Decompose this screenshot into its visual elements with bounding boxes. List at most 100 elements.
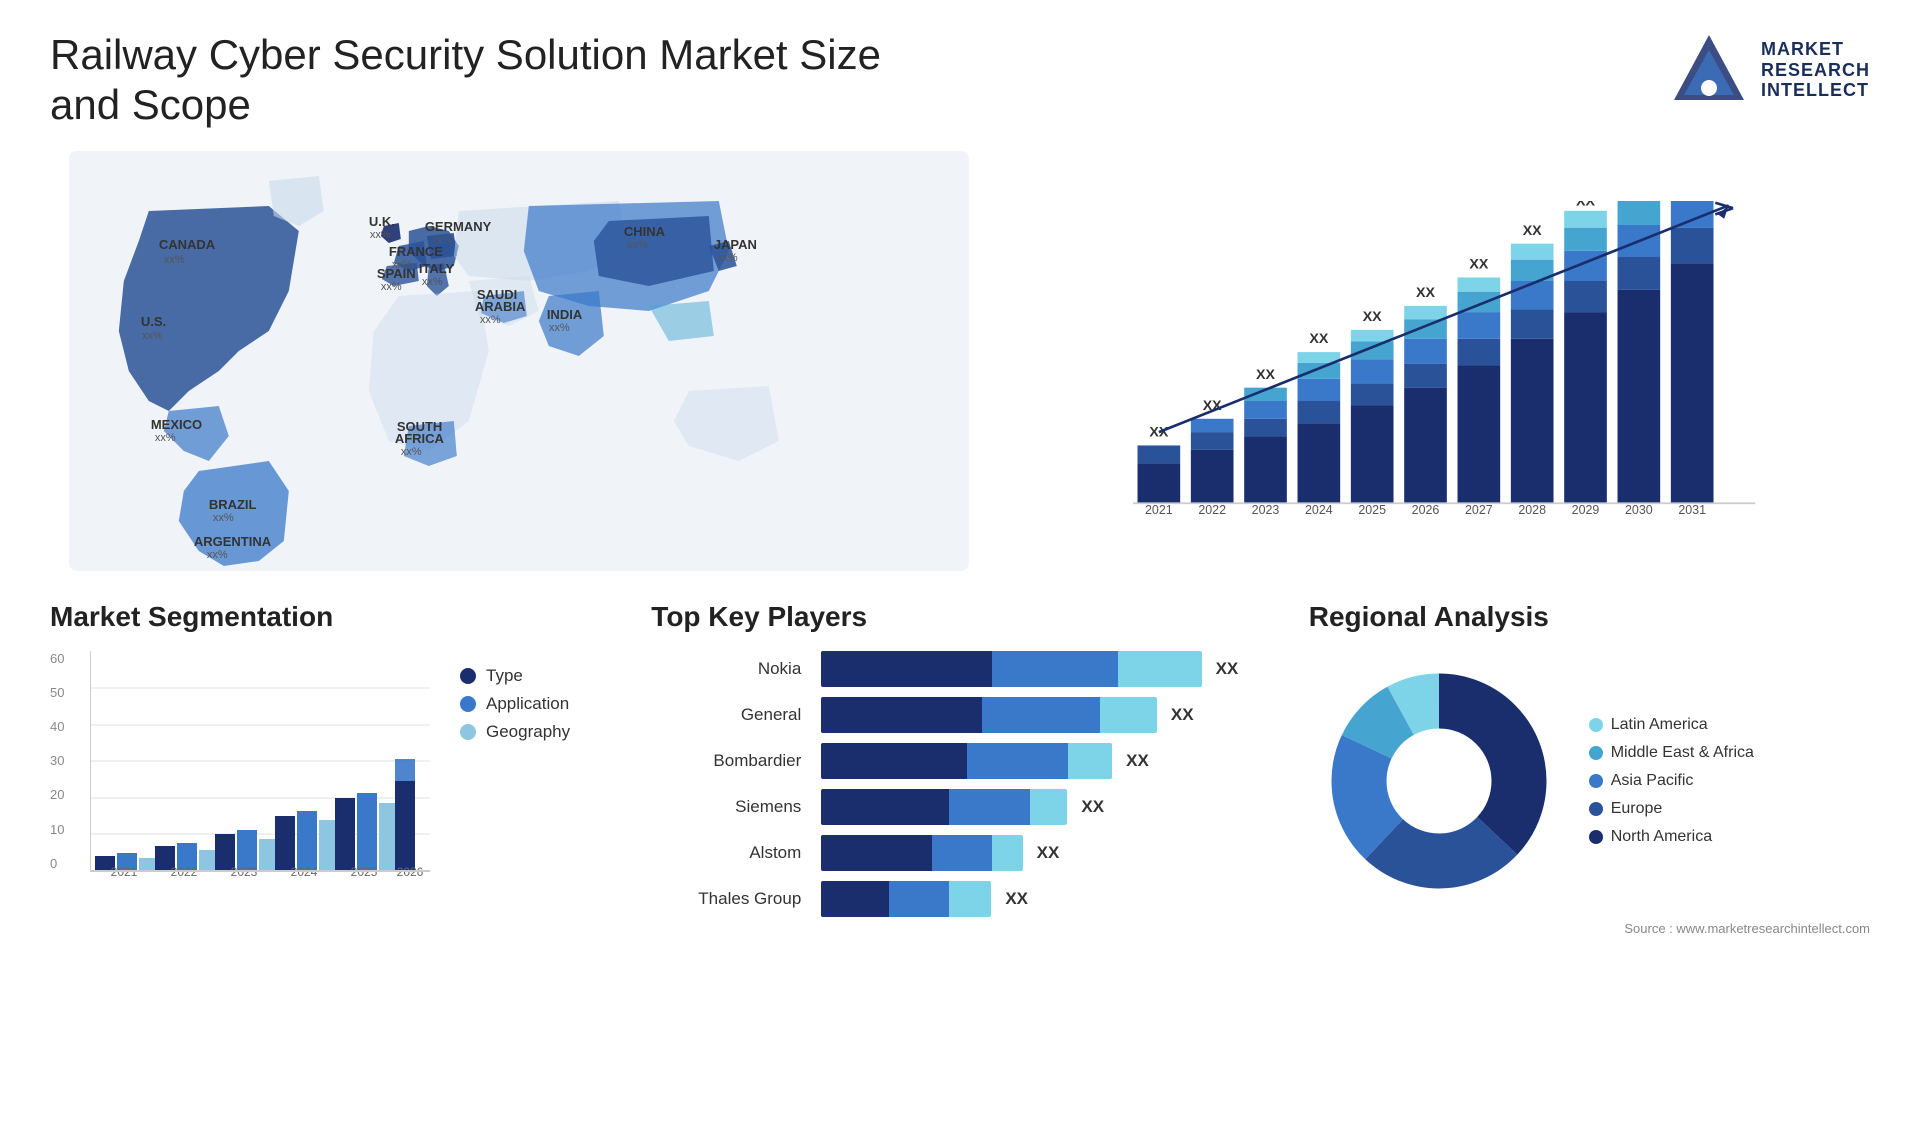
donut-container: Latin America Middle East & Africa Asia … — [1309, 651, 1870, 911]
donut-chart-svg — [1309, 651, 1569, 911]
svg-text:xx%: xx% — [401, 446, 422, 458]
svg-text:XX: XX — [1522, 223, 1541, 239]
svg-text:2022: 2022 — [1198, 503, 1226, 517]
svg-text:INDIA: INDIA — [547, 307, 583, 322]
segmentation-title: Market Segmentation — [50, 601, 611, 633]
regional-section: Regional Analysis — [1309, 601, 1870, 936]
asia-pacific-dot — [1589, 774, 1603, 788]
middle-east-dot — [1589, 746, 1603, 760]
svg-text:xx%: xx% — [431, 234, 452, 246]
svg-text:xx%: xx% — [155, 432, 176, 444]
player-nokia-bar: XX — [821, 651, 1268, 687]
player-nokia-name: Nokia — [651, 659, 811, 679]
logo-icon — [1669, 30, 1749, 110]
page: Railway Cyber Security Solution Market S… — [0, 0, 1920, 1146]
main-bar-chart-svg: XX 2021 XX 2022 XX 2023 — [1038, 201, 1850, 521]
geo-dot — [460, 724, 476, 740]
svg-text:MEXICO: MEXICO — [151, 417, 202, 432]
seg-legend: Type Application Geography — [460, 666, 570, 742]
svg-text:ITALY: ITALY — [419, 261, 455, 276]
svg-text:GERMANY: GERMANY — [425, 219, 492, 234]
bottom-row: Market Segmentation 60 50 40 30 20 10 0 — [50, 601, 1870, 936]
svg-text:xx%: xx% — [422, 276, 443, 288]
seg-chart-wrapper: 60 50 40 30 20 10 0 — [50, 651, 430, 886]
svg-text:2021: 2021 — [1145, 503, 1173, 517]
player-bombardier-name: Bombardier — [651, 751, 811, 771]
type-dot — [460, 668, 476, 684]
player-thales-bar: XX — [821, 881, 1268, 917]
page-title: Railway Cyber Security Solution Market S… — [50, 30, 950, 131]
main-bar-chart-section: XX 2021 XX 2022 XX 2023 — [1018, 151, 1870, 571]
players-list: Nokia XX General — [651, 651, 1268, 917]
regional-legend: Latin America Middle East & Africa Asia … — [1589, 716, 1754, 846]
svg-text:xx%: xx% — [213, 512, 234, 524]
svg-text:SPAIN: SPAIN — [377, 266, 416, 281]
legend-application: Application — [460, 694, 570, 714]
svg-text:AFRICA: AFRICA — [395, 431, 445, 446]
svg-text:ARGENTINA: ARGENTINA — [194, 534, 272, 549]
app-dot — [460, 696, 476, 712]
svg-text:XX: XX — [1469, 256, 1488, 272]
north-america-dot — [1589, 830, 1603, 844]
svg-text:xx%: xx% — [480, 314, 501, 326]
reg-asia-pacific: Asia Pacific — [1589, 772, 1754, 790]
key-players-section: Top Key Players Nokia XX — [651, 601, 1268, 936]
player-thales-name: Thales Group — [651, 889, 811, 909]
seg-chart-svg: 2021 2022 2023 — [90, 651, 430, 881]
svg-text:xx%: xx% — [142, 330, 163, 342]
player-alstom-bar: XX — [821, 835, 1268, 871]
key-players-title: Top Key Players — [651, 601, 1268, 633]
svg-text:FRANCE: FRANCE — [389, 244, 443, 259]
svg-text:2024: 2024 — [1305, 503, 1333, 517]
logo-text: MARKET RESEARCH INTELLECT — [1761, 39, 1870, 101]
svg-text:BRAZIL: BRAZIL — [209, 497, 257, 512]
svg-text:XX: XX — [1362, 309, 1381, 325]
svg-text:JAPAN: JAPAN — [714, 237, 757, 252]
player-siemens: Siemens XX — [651, 789, 1268, 825]
player-thales: Thales Group XX — [651, 881, 1268, 917]
svg-text:2028: 2028 — [1518, 503, 1546, 517]
svg-text:xx%: xx% — [381, 281, 402, 293]
svg-text:2031: 2031 — [1678, 503, 1706, 517]
world-map: CANADA xx% U.S. xx% MEXICO xx% BRAZIL xx… — [50, 151, 988, 571]
regional-title: Regional Analysis — [1309, 601, 1870, 633]
header-row: Railway Cyber Security Solution Market S… — [50, 30, 1870, 131]
svg-text:xx%: xx% — [207, 549, 228, 561]
svg-text:xx%: xx% — [549, 322, 570, 334]
main-content: CANADA xx% U.S. xx% MEXICO xx% BRAZIL xx… — [50, 151, 1870, 571]
player-alstom: Alstom XX — [651, 835, 1268, 871]
reg-north-america: North America — [1589, 828, 1754, 846]
svg-text:U.K.: U.K. — [369, 214, 395, 229]
latin-america-dot — [1589, 718, 1603, 732]
svg-text:2030: 2030 — [1625, 503, 1653, 517]
reg-latin-america: Latin America — [1589, 716, 1754, 734]
svg-text:XX: XX — [1309, 331, 1328, 347]
svg-text:2025: 2025 — [1358, 503, 1386, 517]
player-nokia: Nokia XX — [651, 651, 1268, 687]
svg-text:xx%: xx% — [370, 229, 391, 241]
svg-text:ARABIA: ARABIA — [475, 299, 526, 314]
svg-text:xx%: xx% — [627, 239, 648, 251]
player-alstom-name: Alstom — [651, 843, 811, 863]
reg-europe: Europe — [1589, 800, 1754, 818]
legend-type: Type — [460, 666, 570, 686]
svg-text:U.S.: U.S. — [141, 314, 166, 329]
svg-text:CHINA: CHINA — [624, 224, 666, 239]
player-bombardier: Bombardier XX — [651, 743, 1268, 779]
map-section: CANADA xx% U.S. xx% MEXICO xx% BRAZIL xx… — [50, 151, 988, 571]
source-text: Source : www.marketresearchintellect.com — [1309, 921, 1870, 936]
player-siemens-name: Siemens — [651, 797, 811, 817]
player-general-name: General — [651, 705, 811, 725]
legend-geography: Geography — [460, 722, 570, 742]
svg-text:CANADA: CANADA — [159, 237, 216, 252]
player-general-bar: XX — [821, 697, 1268, 733]
player-general: General XX — [651, 697, 1268, 733]
player-bombardier-bar: XX — [821, 743, 1268, 779]
svg-text:2026: 2026 — [1411, 503, 1439, 517]
svg-text:XX: XX — [1576, 201, 1595, 209]
europe-dot — [1589, 802, 1603, 816]
svg-text:xx%: xx% — [717, 252, 738, 264]
logo: MARKET RESEARCH INTELLECT — [1669, 30, 1870, 110]
svg-text:2023: 2023 — [1251, 503, 1279, 517]
svg-text:XX: XX — [1416, 285, 1435, 301]
